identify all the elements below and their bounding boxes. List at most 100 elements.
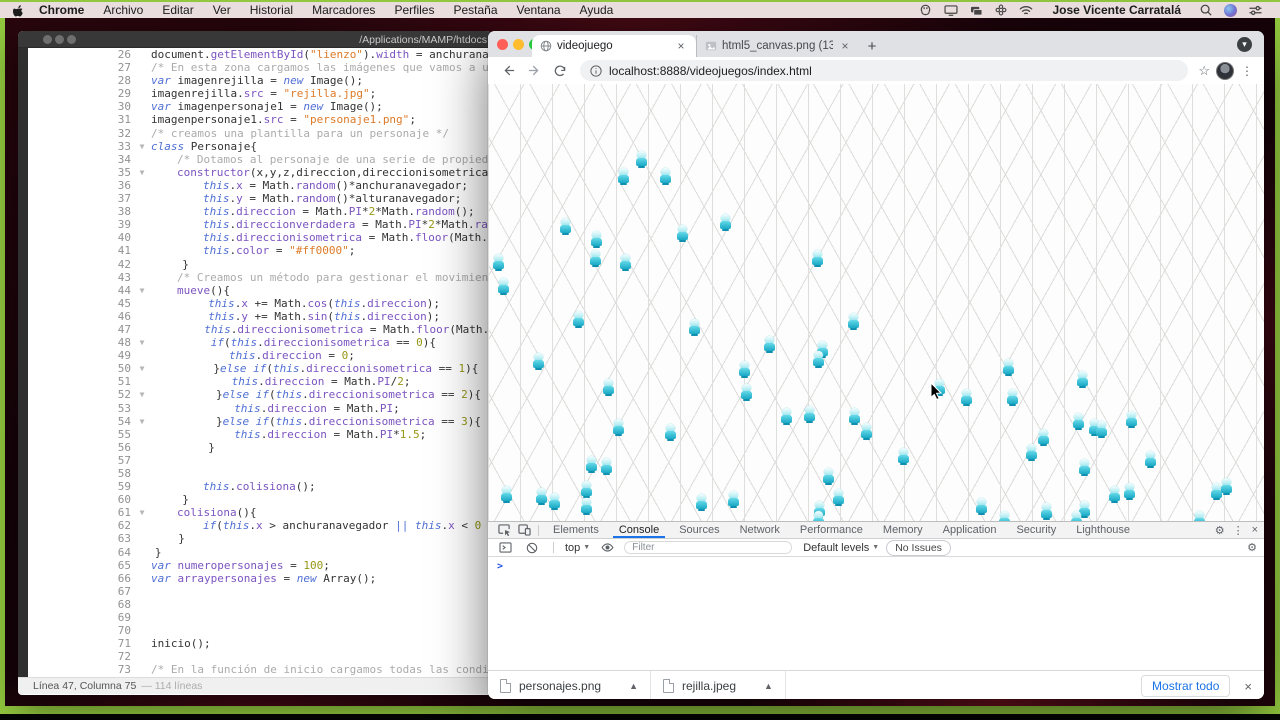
menu-archivo[interactable]: Archivo — [103, 3, 143, 17]
code-line-61[interactable]: 61 ▼ colisiona(){ — [28, 506, 492, 519]
devtools-tab-security[interactable]: Security — [1006, 522, 1066, 538]
editor-close-button[interactable] — [43, 35, 52, 44]
code-line-41[interactable]: 41 this.color = "#ff0000"; — [28, 244, 492, 257]
log-levels-selector[interactable]: Default levels ▼ — [803, 542, 879, 554]
console-drawer-icon[interactable] — [495, 542, 515, 553]
code-line-70[interactable]: 70 — [28, 624, 492, 637]
code-line-35[interactable]: 35 ▼ constructor(x,y,z,direccion,direccion… — [28, 166, 492, 179]
code-line-57[interactable]: 57 — [28, 454, 492, 467]
menu-historial[interactable]: Historial — [250, 3, 293, 17]
bookmark-star-icon[interactable]: ☆ — [1198, 63, 1210, 79]
code-line-68[interactable]: 68 — [28, 598, 492, 611]
siri-icon[interactable] — [1224, 3, 1237, 17]
issues-badge[interactable]: No Issues — [886, 539, 951, 556]
code-line-37[interactable]: 37 this.y = Math.random()*alturanavegador… — [28, 192, 492, 205]
code-line-55[interactable]: 55 this.direccion = Math.PI*1.5; — [28, 428, 492, 441]
chevron-up-icon[interactable]: ▲ — [629, 681, 638, 691]
chevron-up-icon[interactable]: ▲ — [764, 681, 773, 691]
code-line-33[interactable]: 33 ▼ class Personaje{ — [28, 140, 492, 153]
code-line-62[interactable]: 62 if(this.x > anchuranavegador || this.x… — [28, 519, 492, 532]
chrome-menu-icon[interactable]: ⋮ — [1240, 64, 1254, 78]
code-line-45[interactable]: 45 this.x += Math.cos(this.direccion); — [28, 297, 492, 310]
info-icon[interactable] — [590, 64, 602, 77]
show-all-downloads-button[interactable]: Mostrar todo — [1141, 675, 1231, 697]
editor-code-area[interactable]: 26 document.getElementById("lienzo").widt… — [28, 48, 492, 677]
inspect-element-icon[interactable] — [494, 524, 514, 536]
fold-arrow-icon[interactable]: ▼ — [135, 140, 149, 153]
code-line-32[interactable]: 32 /* creamos una plantilla para un perso… — [28, 127, 492, 140]
code-line-53[interactable]: 53 this.direccion = Math.PI; — [28, 402, 492, 415]
menu-ayuda[interactable]: Ayuda — [580, 3, 614, 17]
devtools-close-icon[interactable]: × — [1252, 524, 1258, 536]
fold-arrow-icon[interactable]: ▼ — [135, 415, 149, 428]
code-line-63[interactable]: 63} — [28, 532, 492, 545]
menu-pestaña[interactable]: Pestaña — [453, 3, 497, 17]
game-canvas[interactable] — [488, 84, 1264, 521]
devtools-tab-lighthouse[interactable]: Lighthouse — [1066, 522, 1140, 538]
menu-perfiles[interactable]: Perfiles — [394, 3, 434, 17]
fold-arrow-icon[interactable]: ▼ — [135, 362, 149, 375]
reload-button[interactable] — [550, 61, 570, 81]
code-line-60[interactable]: 60} — [28, 493, 492, 506]
editor-titlebar[interactable]: /Applications/MAMP/htdocs — [18, 31, 492, 48]
browser-close-button[interactable] — [497, 38, 508, 50]
editor-minimize-button[interactable] — [55, 35, 64, 44]
code-line-72[interactable]: 72 — [28, 650, 492, 663]
code-line-31[interactable]: 31 imagenpersonaje1.src = "personaje1.png… — [28, 113, 492, 126]
code-line-40[interactable]: 40 this.direccionisometrica = Math.floor(… — [28, 231, 492, 244]
devtools-tab-console[interactable]: Console — [609, 522, 669, 538]
menubar-username[interactable]: Jose Vicente Carratalá — [1052, 3, 1181, 17]
back-button[interactable] — [498, 61, 518, 81]
console-output[interactable]: > — [488, 557, 1264, 670]
menu-ventana[interactable]: Ventana — [517, 3, 561, 17]
tab-search-button[interactable]: ▾ — [1237, 37, 1252, 52]
menu-editar[interactable]: Editar — [162, 3, 193, 17]
code-line-54[interactable]: 54 ▼}else if(this.direccionisometrica == … — [28, 415, 492, 428]
tab-videojuego[interactable]: videojuego × — [532, 35, 696, 57]
code-line-58[interactable]: 58 — [28, 467, 492, 480]
devtools-tab-sources[interactable]: Sources — [669, 522, 729, 538]
tab-html5_canvas.png[interactable]: html5_canvas.png (1388×1027) × — [696, 35, 860, 57]
code-line-43[interactable]: 43 /* Creamos un método para gestionar el… — [28, 271, 492, 284]
menu-chrome[interactable]: Chrome — [39, 3, 84, 17]
devtools-tab-application[interactable]: Application — [933, 522, 1007, 538]
layers-icon[interactable] — [970, 5, 983, 16]
context-selector[interactable]: top ▼ — [565, 542, 590, 554]
code-line-59[interactable]: 59 this.colisiona(); — [28, 480, 492, 493]
code-line-44[interactable]: 44 ▼ mueve(){ — [28, 284, 492, 297]
code-line-29[interactable]: 29 imagenrejilla.src = "rejilla.jpg"; — [28, 87, 492, 100]
fold-arrow-icon[interactable]: ▼ — [135, 284, 149, 297]
code-line-38[interactable]: 38 this.direccion = Math.PI*2*Math.random… — [28, 205, 492, 218]
pointer-icon[interactable] — [919, 4, 932, 16]
download-item[interactable]: rejilla.jpeg ▲ — [651, 671, 786, 699]
devtools-settings-icon[interactable]: ⚙ — [1215, 524, 1225, 537]
devtools-tab-network[interactable]: Network — [730, 522, 790, 538]
fold-arrow-icon[interactable]: ▼ — [135, 336, 149, 349]
apple-icon[interactable] — [13, 4, 24, 17]
devtools-tab-memory[interactable]: Memory — [873, 522, 933, 538]
url-text[interactable]: localhost:8888/videojuegos/index.html — [609, 64, 812, 78]
devtools-tab-performance[interactable]: Performance — [790, 522, 873, 538]
code-line-30[interactable]: 30 var imagenpersonaje1 = new Image(); — [28, 100, 492, 113]
eye-icon[interactable] — [597, 543, 617, 552]
code-line-36[interactable]: 36 this.x = Math.random()*anchuranavegado… — [28, 179, 492, 192]
console-settings-icon[interactable]: ⚙ — [1247, 541, 1257, 554]
console-prompt[interactable]: > — [497, 561, 503, 572]
address-bar[interactable]: localhost:8888/videojuegos/index.html — [580, 60, 1189, 81]
code-line-73[interactable]: 73 /* En la función de inicio cargamos to… — [28, 663, 492, 676]
code-line-51[interactable]: 51 this.direccion = Math.PI/2; — [28, 375, 492, 388]
downloads-bar-close-icon[interactable]: × — [1244, 679, 1252, 694]
tab-close-icon[interactable]: × — [674, 39, 688, 53]
code-line-42[interactable]: 42} — [28, 258, 492, 271]
flower-icon[interactable] — [995, 4, 1007, 16]
code-line-50[interactable]: 50 ▼}else if(this.direccionisometrica == … — [28, 362, 492, 375]
clear-console-icon[interactable] — [522, 542, 542, 554]
search-icon[interactable] — [1200, 4, 1212, 16]
profile-avatar[interactable] — [1216, 61, 1234, 80]
code-line-65[interactable]: 65 var numeropersonajes = 100; — [28, 559, 492, 572]
code-line-39[interactable]: 39 this.direccionverdadera = Math.PI*2*Ma… — [28, 218, 492, 231]
code-line-64[interactable]: 64} — [28, 546, 492, 559]
code-line-48[interactable]: 48 ▼ if(this.direccionisometrica == 0){ — [28, 336, 492, 349]
code-line-46[interactable]: 46 this.y += Math.sin(this.direccion); — [28, 310, 492, 323]
editor-zoom-button[interactable] — [67, 35, 76, 44]
